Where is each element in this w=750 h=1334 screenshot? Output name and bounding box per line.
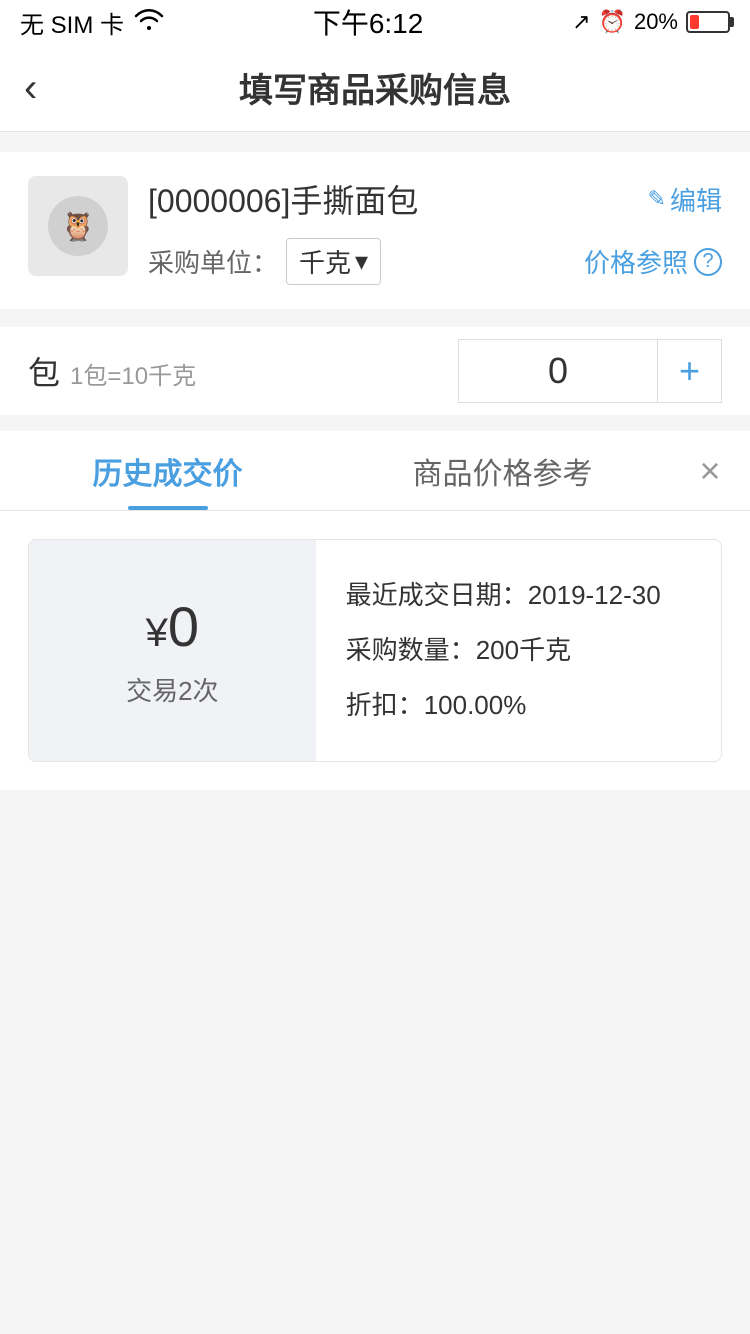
unit-select[interactable]: 千克 ▾ xyxy=(286,238,381,285)
quantity-value: 200千克 xyxy=(476,635,571,665)
yen-symbol: ¥ xyxy=(146,611,168,655)
quantity-input[interactable] xyxy=(458,339,658,403)
status-left: 无 SIM 卡 xyxy=(20,5,164,40)
discount-label: 折扣： xyxy=(346,690,424,720)
close-button[interactable]: × xyxy=(670,450,750,492)
product-header: [0000006]手撕面包 ✎ 编辑 xyxy=(148,176,722,222)
unit-label: 采购单位： 千克 ▾ xyxy=(148,238,381,285)
tab-active-indicator xyxy=(128,506,208,510)
tabs-section: 历史成交价 商品价格参考 × ¥0 交易2次 最近成交日期：2019-12-30… xyxy=(0,431,750,790)
nav-bar: ‹ 填写商品采购信息 xyxy=(0,44,750,132)
tab-history-price[interactable]: 历史成交价 xyxy=(0,431,335,510)
product-section: 🦉 [0000006]手撕面包 ✎ 编辑 采购单位： 千克 ▾ 价格参照 ? xyxy=(0,152,750,309)
tab-product-price-ref[interactable]: 商品价格参考 xyxy=(335,431,670,510)
direction-icon: ↗ xyxy=(572,9,590,35)
back-button[interactable]: ‹ xyxy=(24,68,37,108)
history-trades: 交易2次 xyxy=(126,671,218,708)
price-reference-button[interactable]: 价格参照 ? xyxy=(584,243,722,280)
edit-icon: ✎ xyxy=(648,186,666,212)
page-title: 填写商品采购信息 xyxy=(239,63,511,112)
alarm-icon: ⏰ xyxy=(599,9,626,35)
tab-price-ref-label: 商品价格参考 xyxy=(413,449,593,493)
battery-percent: 20% xyxy=(634,9,678,35)
discount-value: 100.00% xyxy=(424,690,527,720)
battery-indicator xyxy=(686,11,730,33)
discount-row: 折扣：100.00% xyxy=(346,686,691,725)
quantity-section: 包 1包=10千克 + xyxy=(0,327,750,415)
history-card: ¥0 交易2次 最近成交日期：2019-12-30 采购数量：200千克 折扣：… xyxy=(28,539,722,762)
dropdown-icon: ▾ xyxy=(355,246,368,277)
history-content: ¥0 交易2次 最近成交日期：2019-12-30 采购数量：200千克 折扣：… xyxy=(0,511,750,790)
unit-prefix: 采购单位： xyxy=(148,243,278,280)
divider-2 xyxy=(0,415,750,431)
history-price: ¥0 xyxy=(146,593,199,660)
status-time: 下午6:12 xyxy=(313,2,424,42)
product-unit-row: 采购单位： 千克 ▾ 价格参照 ? xyxy=(148,238,722,285)
recent-date-row: 最近成交日期：2019-12-30 xyxy=(346,576,691,615)
status-right: ↗ ⏰ 20% xyxy=(572,9,730,35)
tab-history-label: 历史成交价 xyxy=(93,449,243,493)
divider-1 xyxy=(0,309,750,325)
quantity-conversion: 1包=10千克 xyxy=(70,356,196,391)
recent-date-value: 2019-12-30 xyxy=(528,580,661,610)
wifi-icon xyxy=(134,8,164,37)
unit-value: 千克 xyxy=(299,243,351,280)
quantity-plus-button[interactable]: + xyxy=(658,339,722,403)
quantity-unit: 包 xyxy=(28,348,60,394)
quantity-label-group: 包 1包=10千克 xyxy=(28,348,196,394)
sim-indicator: 无 SIM 卡 xyxy=(20,5,124,40)
recent-date-label: 最近成交日期： xyxy=(346,580,528,610)
quantity-row: 采购数量：200千克 xyxy=(346,631,691,670)
price-value: 0 xyxy=(168,595,199,658)
edit-label: 编辑 xyxy=(670,181,722,218)
history-price-side: ¥0 交易2次 xyxy=(29,540,316,761)
product-info: [0000006]手撕面包 ✎ 编辑 采购单位： 千克 ▾ 价格参照 ? xyxy=(148,176,722,285)
help-icon: ? xyxy=(694,248,722,276)
quantity-label: 采购数量： xyxy=(346,635,476,665)
product-logo-icon: 🦉 xyxy=(43,191,113,261)
status-bar: 无 SIM 卡 下午6:12 ↗ ⏰ 20% xyxy=(0,0,750,44)
price-ref-label: 价格参照 xyxy=(584,243,688,280)
product-thumbnail: 🦉 xyxy=(28,176,128,276)
history-detail-side: 最近成交日期：2019-12-30 采购数量：200千克 折扣：100.00% xyxy=(316,540,721,761)
tabs-header: 历史成交价 商品价格参考 × xyxy=(0,431,750,511)
edit-button[interactable]: ✎ 编辑 xyxy=(648,181,722,218)
quantity-input-group: + xyxy=(458,339,722,403)
product-name: [0000006]手撕面包 xyxy=(148,176,418,222)
svg-text:🦉: 🦉 xyxy=(61,211,96,243)
